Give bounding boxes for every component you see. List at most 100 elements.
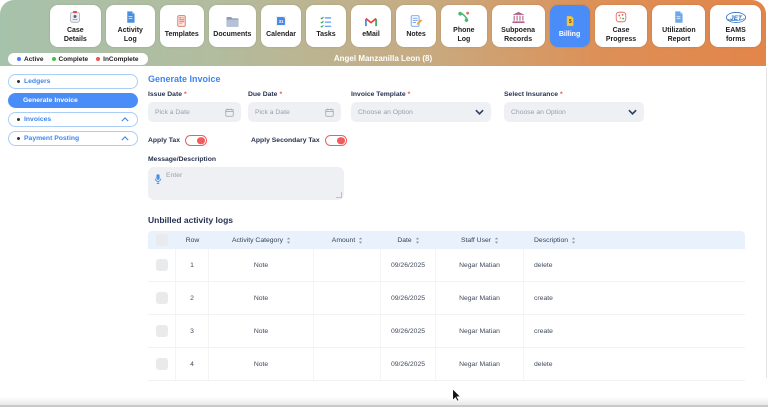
apply-tax-group: Apply Tax — [148, 135, 207, 146]
invoice-template-field: Invoice Template * Choose an Option — [351, 91, 491, 122]
mouse-cursor — [452, 388, 461, 407]
apply-secondary-tax-toggle[interactable] — [324, 135, 347, 146]
table-header-row: Row Activity Category Amount Date Staff … — [148, 231, 745, 249]
notepad-pencil-icon — [409, 13, 423, 29]
apply-tax-toggle[interactable] — [184, 135, 207, 146]
report-doc-icon — [672, 9, 685, 25]
tab-eams-forms[interactable]: JET EAMS forms — [710, 5, 762, 47]
tab-utilization-report[interactable]: Utilization Report — [652, 5, 706, 47]
window-right-edge — [766, 68, 767, 378]
sidebar-item-invoices[interactable]: Invoices — [8, 112, 138, 127]
unbilled-activity-table: Row Activity Category Amount Date Staff … — [148, 231, 745, 381]
row-number-cell: 1 — [176, 249, 209, 281]
amount-cell — [314, 315, 381, 347]
contact-card-icon — [68, 9, 82, 25]
tab-subpoena-records[interactable]: Subpoena Records — [491, 5, 545, 47]
generate-invoice-panel: Generate Invoice Issue Date * Pick a Date… — [148, 74, 748, 381]
tab-templates[interactable]: Templates — [159, 5, 204, 47]
required-asterisk: * — [560, 91, 563, 98]
tab-case-details[interactable]: Case Details — [50, 5, 101, 47]
table-row: 1 Note 09/26/2025 Negar Matian delete — [148, 249, 745, 282]
message-description-textarea[interactable]: Enter — [148, 167, 344, 200]
row-checkbox[interactable] — [155, 358, 168, 370]
column-header-date[interactable]: Date — [381, 231, 436, 249]
tab-email[interactable]: eMail — [351, 5, 392, 47]
required-asterisk: * — [184, 91, 187, 98]
activity-category-cell: Note — [209, 315, 314, 347]
sidebar-item-payment-posting[interactable]: Payment Posting — [8, 131, 138, 146]
jet-logo-icon: JET — [725, 9, 747, 25]
microphone-icon[interactable] — [154, 172, 162, 190]
chevron-up-icon — [121, 136, 129, 141]
chevron-down-icon — [475, 109, 484, 115]
sort-arrows-icon — [286, 236, 291, 244]
svg-text:JET: JET — [730, 14, 743, 21]
resize-handle[interactable] — [336, 192, 342, 198]
column-header-amount[interactable]: Amount — [314, 231, 381, 249]
column-header-description[interactable]: Description — [524, 231, 745, 249]
activity-category-cell: Note — [209, 249, 314, 281]
row-checkbox[interactable] — [155, 292, 168, 304]
folder-icon — [225, 13, 240, 29]
tab-label: Calendar — [266, 31, 297, 39]
amount-cell — [314, 249, 381, 281]
tab-billing[interactable]: $ Billing — [549, 5, 590, 47]
required-asterisk: * — [279, 91, 283, 98]
row-checkbox[interactable] — [155, 325, 168, 337]
select-insurance-field: Select Insurance * Choose an Option — [504, 91, 644, 122]
sort-arrows-icon — [571, 236, 576, 244]
calendar-outline-icon — [225, 108, 234, 117]
description-cell: create — [534, 294, 553, 302]
billing-dollar-doc-icon: $ — [564, 13, 576, 29]
description-cell: create — [534, 327, 553, 335]
description-cell: delete — [534, 360, 553, 368]
message-description-label: Message/Description — [148, 156, 216, 163]
unbilled-logs-title: Unbilled activity logs — [148, 215, 234, 225]
invoice-template-select[interactable]: Choose an Option — [351, 102, 491, 122]
tab-phone-log[interactable]: Phone Log — [441, 5, 487, 47]
header-gradient-bar: Case Details Activity Log Templates Docu… — [0, 0, 766, 66]
row-checkbox[interactable] — [155, 259, 168, 271]
sort-arrows-icon — [359, 236, 363, 244]
column-header-activity-category[interactable]: Activity Category — [209, 231, 314, 249]
tab-case-progress[interactable]: Case Progress — [594, 5, 648, 47]
tab-calendar[interactable]: 31 Calendar — [261, 5, 302, 47]
tab-tasks[interactable]: Tasks — [306, 5, 347, 47]
tab-documents[interactable]: Documents — [208, 5, 257, 47]
tab-label: Case Details — [63, 27, 87, 43]
tab-label: Subpoena Records — [501, 27, 536, 43]
bullet-icon — [17, 118, 20, 121]
case-banner-title: Angel Manzanilla Leon (8) — [333, 54, 433, 63]
activity-category-cell: Note — [209, 348, 314, 380]
progress-dots-icon — [614, 9, 628, 25]
app-window: Case Details Activity Log Templates Docu… — [0, 0, 768, 407]
staff-user-cell: Negar Matian — [436, 348, 524, 380]
tab-label: EAMS forms — [725, 27, 746, 43]
tab-label: Activity Log — [117, 27, 143, 43]
row-select-cell — [148, 315, 176, 347]
tab-notes[interactable]: Notes — [396, 5, 437, 47]
tab-label: Notes — [406, 31, 426, 39]
sidebar-item-generate-invoice[interactable]: Generate Invoice — [8, 93, 138, 108]
chevron-down-icon — [628, 109, 637, 115]
issue-date-input[interactable]: Pick a Date — [148, 102, 241, 122]
staff-user-cell: Negar Matian — [436, 282, 524, 314]
select-all-checkbox[interactable] — [156, 234, 168, 246]
toggle-knob — [337, 136, 345, 145]
tab-label: Billing — [558, 31, 581, 39]
tab-label: Documents — [213, 31, 252, 39]
billing-sidebar: Ledgers Generate Invoice Invoices Paymen… — [8, 74, 138, 146]
due-date-input[interactable]: Pick a Date — [248, 102, 341, 122]
sidebar-item-ledgers[interactable]: Ledgers — [8, 74, 138, 89]
templates-icon — [175, 13, 188, 29]
tab-label: Templates — [164, 31, 199, 39]
required-asterisk: * — [407, 91, 411, 98]
column-header-staff-user[interactable]: Staff User — [436, 231, 524, 249]
tab-label: Phone Log — [453, 27, 475, 43]
module-toolbar: Case Details Activity Log Templates Docu… — [0, 0, 766, 52]
column-header-row[interactable]: Row — [176, 231, 209, 249]
select-insurance-select[interactable]: Choose an Option — [504, 102, 644, 122]
tasks-checklist-icon — [319, 13, 333, 29]
tab-activity-log[interactable]: Activity Log — [105, 5, 155, 47]
issue-date-field: Issue Date * Pick a Date — [148, 91, 241, 122]
